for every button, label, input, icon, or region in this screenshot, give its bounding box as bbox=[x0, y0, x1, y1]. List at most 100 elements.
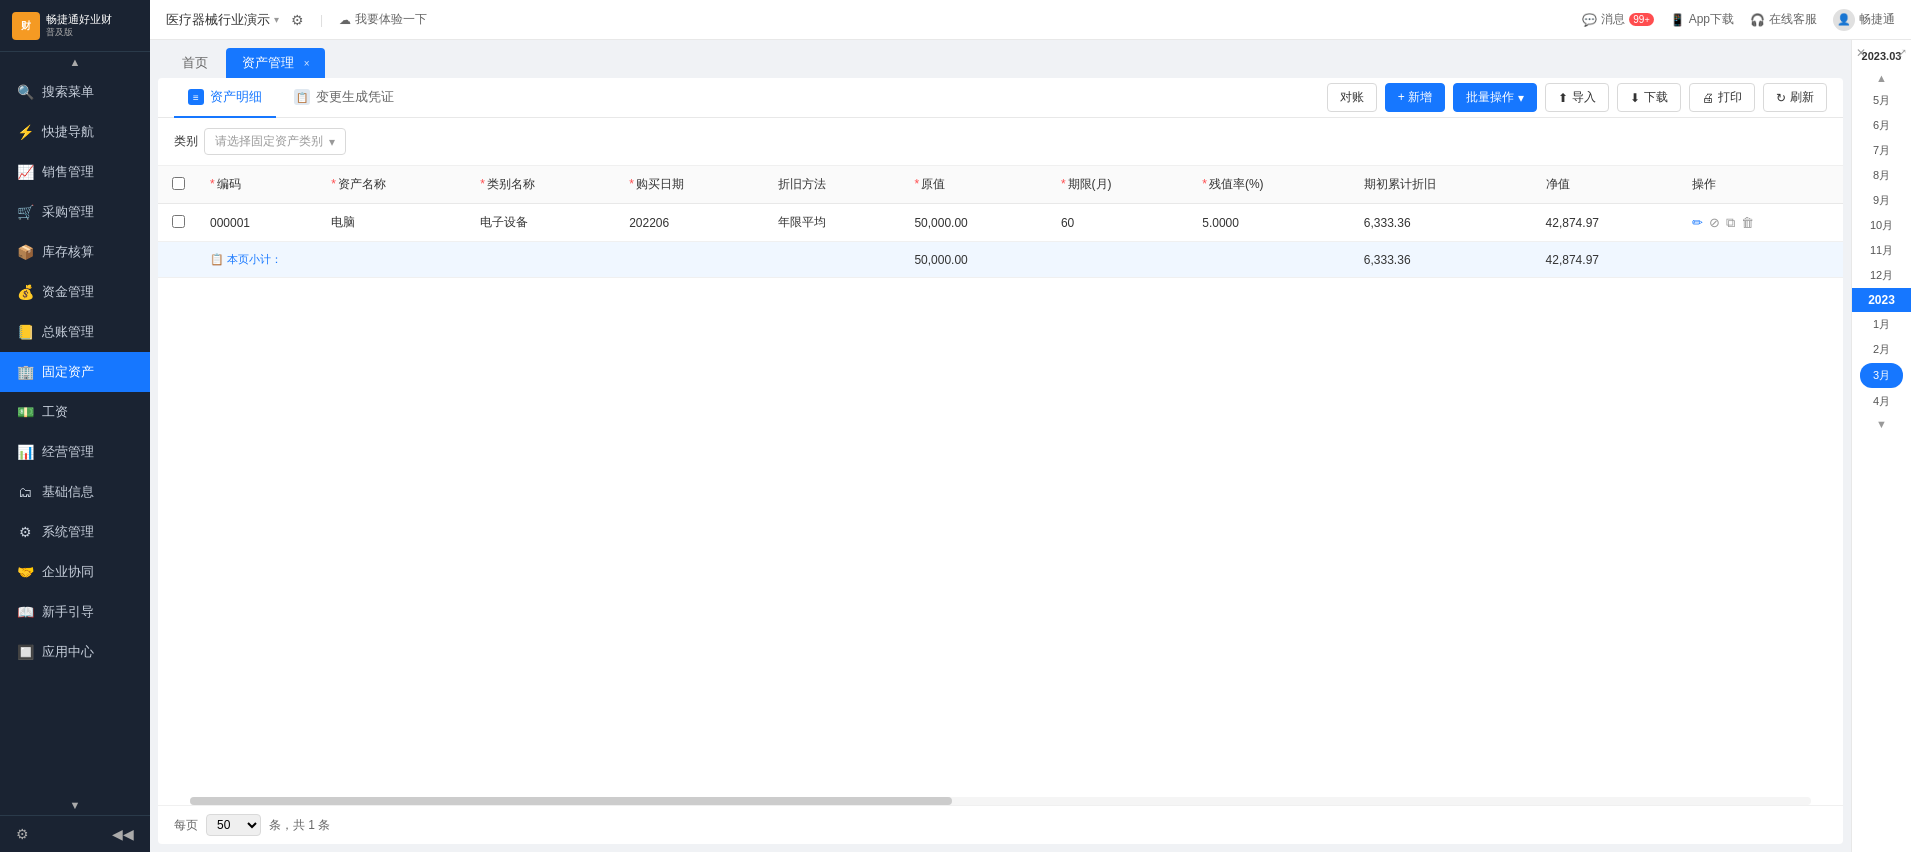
purchase-icon: 🛒 bbox=[16, 204, 34, 220]
experience-label: 我要体验一下 bbox=[355, 11, 427, 28]
sidebar-item-purchase[interactable]: 🛒 采购管理 bbox=[0, 192, 150, 232]
collapse-icon[interactable]: ◀◀ bbox=[112, 826, 134, 842]
tab-close-icon[interactable]: × bbox=[304, 58, 310, 69]
sidebar-item-label: 销售管理 bbox=[42, 163, 94, 181]
category-select-arrow: ▾ bbox=[329, 135, 335, 149]
app-download-label: App下载 bbox=[1689, 11, 1734, 28]
sidebar: 财 畅捷通好业财 普及版 ▲ 🔍 搜索菜单 ⚡ 快捷导航 📈 销售管理 🛒 采购… bbox=[0, 0, 150, 852]
horizontal-scrollbar-thumb[interactable] bbox=[190, 797, 952, 805]
cal-month-4[interactable]: 4月 bbox=[1852, 389, 1911, 414]
th-period: *期限(月) bbox=[1049, 166, 1190, 204]
asset-table: *编码 *资产名称 *类别名称 *购买日期 折旧方法 *原值 *期限(月) *残… bbox=[158, 166, 1843, 278]
sub-tab-asset-detail-label: 资产明细 bbox=[210, 88, 262, 106]
company-selector[interactable]: 医疗器械行业演示 ▾ bbox=[166, 11, 279, 29]
search-icon: 🔍 bbox=[16, 84, 34, 100]
sidebar-item-salary[interactable]: 💵 工资 bbox=[0, 392, 150, 432]
delete-icon[interactable]: 🗑 bbox=[1741, 215, 1754, 230]
cal-year-2023[interactable]: 2023 bbox=[1852, 288, 1911, 312]
sidebar-item-label: 新手引导 bbox=[42, 603, 94, 621]
edit-icon[interactable]: ✏ bbox=[1692, 215, 1703, 230]
subtotal-icon: 📋 bbox=[210, 253, 224, 265]
cell-net-value: 42,874.97 bbox=[1534, 204, 1681, 242]
user-profile-btn[interactable]: 👤 畅捷通 bbox=[1833, 9, 1895, 31]
cal-month-7[interactable]: 7月 bbox=[1852, 138, 1911, 163]
change-voucher-icon: 📋 bbox=[294, 89, 310, 105]
download-btn[interactable]: ⬇ 下载 bbox=[1617, 83, 1681, 112]
sidebar-item-operations[interactable]: 📊 经营管理 bbox=[0, 432, 150, 472]
th-category: *类别名称 bbox=[468, 166, 617, 204]
tab-home[interactable]: 首页 bbox=[166, 48, 224, 78]
calendar-expand-btn[interactable]: ⤢ bbox=[1897, 46, 1907, 60]
row-checkbox-cell bbox=[158, 204, 198, 242]
tab-asset-management[interactable]: 资产管理 × bbox=[226, 48, 325, 78]
sidebar-item-enterprise[interactable]: 🤝 企业协同 bbox=[0, 552, 150, 592]
settings-gear-icon[interactable]: ⚙ bbox=[291, 12, 304, 28]
sidebar-scroll-up[interactable]: ▲ bbox=[0, 52, 150, 72]
table-footer: 每页 50 100 200 条，共 1 条 bbox=[158, 805, 1843, 844]
settings-icon[interactable]: ⚙ bbox=[16, 826, 29, 842]
depreciate-icon[interactable]: ⊘ bbox=[1709, 215, 1720, 230]
row-checkbox[interactable] bbox=[172, 215, 185, 228]
cal-month-6[interactable]: 6月 bbox=[1852, 113, 1911, 138]
import-btn[interactable]: ⬆ 导入 bbox=[1545, 83, 1609, 112]
cal-month-9[interactable]: 9月 bbox=[1852, 188, 1911, 213]
messages-btn[interactable]: 💬 消息 99+ bbox=[1582, 11, 1653, 28]
reconcile-btn[interactable]: 对账 bbox=[1327, 83, 1377, 112]
sub-tab-asset-detail[interactable]: ≡ 资产明细 bbox=[174, 78, 276, 118]
sidebar-item-label: 固定资产 bbox=[42, 363, 94, 381]
sidebar-item-search[interactable]: 🔍 搜索菜单 bbox=[0, 72, 150, 112]
cal-month-3[interactable]: 3月 bbox=[1860, 363, 1903, 388]
category-select[interactable]: 请选择固定资产类别 ▾ bbox=[204, 128, 346, 155]
sidebar-item-tutorial[interactable]: 📖 新手引导 bbox=[0, 592, 150, 632]
download-label: 下载 bbox=[1644, 89, 1668, 106]
messages-label: 消息 bbox=[1601, 11, 1625, 28]
sub-tab-change-voucher[interactable]: 📋 变更生成凭证 bbox=[280, 78, 408, 118]
fixed-assets-icon: 🏢 bbox=[16, 364, 34, 380]
cal-month-1[interactable]: 1月 bbox=[1852, 312, 1911, 337]
online-service-btn[interactable]: 🎧 在线客服 bbox=[1750, 11, 1817, 28]
inventory-icon: 📦 bbox=[16, 244, 34, 260]
sidebar-item-label: 搜索菜单 bbox=[42, 83, 94, 101]
batch-btn[interactable]: 批量操作 ▾ bbox=[1453, 83, 1537, 112]
filter-toolbar: 类别 请选择固定资产类别 ▾ bbox=[158, 118, 1843, 166]
sidebar-scroll-down[interactable]: ▼ bbox=[0, 795, 150, 815]
calendar-close-btn[interactable]: ✕ bbox=[1856, 46, 1866, 60]
calendar-panel: ✕ ⤢ 2023.03 ▲ 5月 6月 7月 8月 9月 10月 11月 12月… bbox=[1851, 40, 1911, 852]
app-download-btn[interactable]: 📱 App下载 bbox=[1670, 11, 1734, 28]
batch-dropdown-icon: ▾ bbox=[1518, 91, 1524, 105]
cal-month-12[interactable]: 12月 bbox=[1852, 263, 1911, 288]
refresh-btn[interactable]: ↻ 刷新 bbox=[1763, 83, 1827, 112]
sidebar-item-fixed-assets[interactable]: 🏢 固定资产 bbox=[0, 352, 150, 392]
cal-month-11[interactable]: 11月 bbox=[1852, 238, 1911, 263]
calendar-down-btn[interactable]: ▼ bbox=[1852, 414, 1911, 434]
cal-month-2[interactable]: 2月 bbox=[1852, 337, 1911, 362]
sidebar-item-system[interactable]: ⚙ 系统管理 bbox=[0, 512, 150, 552]
th-checkbox bbox=[158, 166, 198, 204]
sidebar-item-app-center[interactable]: 🔲 应用中心 bbox=[0, 632, 150, 672]
sidebar-item-inventory[interactable]: 📦 库存核算 bbox=[0, 232, 150, 272]
cal-month-8[interactable]: 8月 bbox=[1852, 163, 1911, 188]
horizontal-scrollbar-track[interactable] bbox=[190, 797, 1811, 805]
select-all-checkbox[interactable] bbox=[172, 177, 185, 190]
enterprise-icon: 🤝 bbox=[16, 564, 34, 580]
company-name: 医疗器械行业演示 bbox=[166, 11, 270, 29]
new-btn[interactable]: + 新增 bbox=[1385, 83, 1445, 112]
cal-month-10[interactable]: 10月 bbox=[1852, 213, 1911, 238]
sidebar-item-funds[interactable]: 💰 资金管理 bbox=[0, 272, 150, 312]
cell-original-value: 50,000.00 bbox=[902, 204, 1049, 242]
cell-purchase-date: 202206 bbox=[617, 204, 766, 242]
calendar-up-btn[interactable]: ▲ bbox=[1852, 68, 1911, 88]
sidebar-item-general[interactable]: 📒 总账管理 bbox=[0, 312, 150, 352]
message-icon: 💬 bbox=[1582, 13, 1597, 27]
cal-month-5[interactable]: 5月 bbox=[1852, 88, 1911, 113]
sidebar-item-label: 采购管理 bbox=[42, 203, 94, 221]
print-btn[interactable]: 🖨 打印 bbox=[1689, 83, 1755, 112]
app-center-icon: 🔲 bbox=[16, 644, 34, 660]
sidebar-item-basic-info[interactable]: 🗂 基础信息 bbox=[0, 472, 150, 512]
sidebar-item-sales[interactable]: 📈 销售管理 bbox=[0, 152, 150, 192]
page-size-select[interactable]: 50 100 200 bbox=[206, 814, 261, 836]
sidebar-item-label: 库存核算 bbox=[42, 243, 94, 261]
copy-icon[interactable]: ⧉ bbox=[1726, 215, 1735, 231]
experience-btn[interactable]: ☁ 我要体验一下 bbox=[339, 11, 427, 28]
sidebar-item-quick-nav[interactable]: ⚡ 快捷导航 bbox=[0, 112, 150, 152]
